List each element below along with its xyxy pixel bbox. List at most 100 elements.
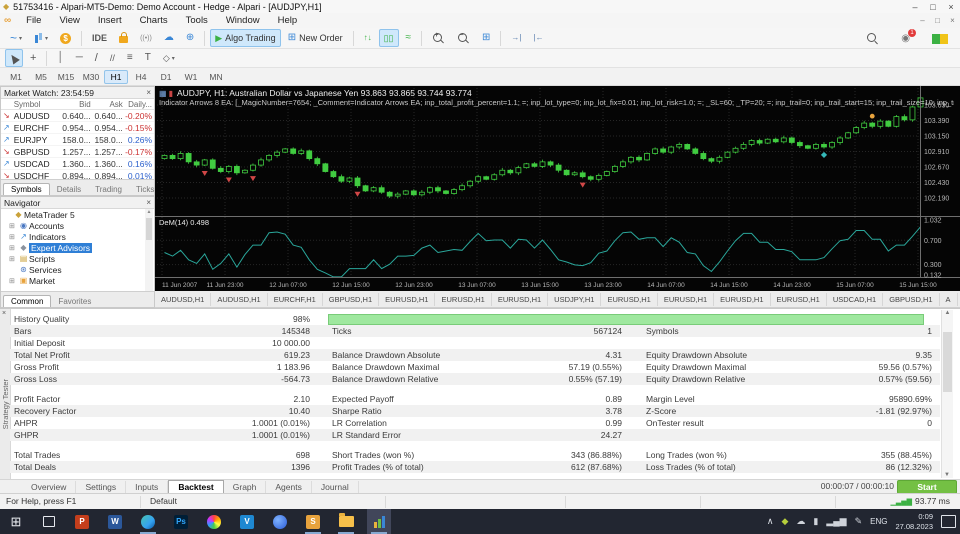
tab-symbols[interactable]: Symbols — [3, 183, 50, 195]
tester-tab-settings[interactable]: Settings — [76, 481, 127, 493]
navigator-item-metatrader-5[interactable]: ◆ MetaTrader 5 — [1, 209, 154, 220]
navigator-item-services[interactable]: ⊛ Services — [1, 264, 154, 275]
deposit-button[interactable]: $ — [55, 29, 76, 47]
timeframe-d1[interactable]: D1 — [154, 70, 178, 84]
channel-button[interactable]: // — [105, 49, 120, 67]
navigator-item-market[interactable]: ⊞ ▣ Market — [1, 275, 154, 286]
timeframe-m1[interactable]: M1 — [4, 70, 28, 84]
chart-tab-a[interactable]: A — [940, 292, 958, 306]
tester-tab-backtest[interactable]: Backtest — [168, 480, 224, 494]
minimize-button[interactable]: – — [906, 2, 924, 12]
tester-tab-overview[interactable]: Overview — [22, 481, 77, 493]
broadcast-button[interactable]: ((•)) — [135, 29, 157, 47]
tab-common[interactable]: Common — [3, 295, 52, 307]
tester-tab-inputs[interactable]: Inputs — [126, 481, 169, 493]
shapes-button[interactable]: ◇ ▾ — [158, 49, 180, 67]
navigator-item-accounts[interactable]: ⊞ ◉ Accounts — [1, 220, 154, 231]
connection-status[interactable] — [927, 30, 953, 48]
sphere-app-icon[interactable] — [268, 509, 292, 534]
market-watch-row[interactable]: ↘ GBPUSD 1.257... 1.257... -0.17% — [1, 146, 154, 158]
child-close-button[interactable]: × — [945, 16, 960, 25]
fibonacci-button[interactable]: ≡ — [122, 49, 138, 67]
chart-type-button[interactable]: ~ ▾ — [5, 29, 27, 47]
child-minimize-button[interactable]: – — [915, 16, 930, 25]
tester-close-icon[interactable]: × — [2, 310, 6, 317]
maximize-button[interactable]: □ — [924, 2, 942, 12]
chart-shift-button[interactable]: |← — [528, 29, 548, 47]
column-header-bid[interactable]: Bid — [59, 100, 91, 109]
trendline-button[interactable]: / — [90, 49, 103, 67]
timeframe-m15[interactable]: M15 — [54, 70, 78, 84]
timeframe-w1[interactable]: W1 — [179, 70, 203, 84]
menu-help[interactable]: Help — [269, 15, 307, 26]
chart-tab-gbpusdh1[interactable]: GBPUSD,H1 — [323, 292, 380, 306]
menu-charts[interactable]: Charts — [131, 15, 177, 26]
file-explorer-icon[interactable] — [334, 509, 358, 534]
photoshop-icon[interactable]: Ps — [169, 509, 193, 534]
chart-window[interactable]: 103.630 103.390 103.150 102.910 102.670 102.4… — [155, 86, 960, 291]
navigator-item-scripts[interactable]: ⊞ ▤ Scripts — [1, 253, 154, 264]
tab-details[interactable]: Details — [50, 184, 88, 195]
word-icon[interactable]: W — [103, 509, 127, 534]
timeframe-m30[interactable]: M30 — [79, 70, 103, 84]
metatrader-icon[interactable] — [367, 509, 391, 534]
menu-view[interactable]: View — [50, 15, 88, 26]
powerpoint-icon[interactable]: P — [70, 509, 94, 534]
edge-icon[interactable] — [136, 509, 160, 534]
timeframe-mn[interactable]: MN — [204, 70, 228, 84]
tab-favorites[interactable]: Favorites — [51, 296, 98, 307]
menu-file[interactable]: File — [17, 15, 50, 26]
zoom-out-button[interactable]: − — [452, 29, 475, 47]
column-header-symbol[interactable]: Symbol — [14, 100, 59, 109]
tester-tab-agents[interactable]: Agents — [266, 481, 312, 493]
text-button[interactable]: T — [140, 49, 156, 67]
chart-tab-gbpusdh1[interactable]: GBPUSD,H1 — [883, 292, 940, 306]
search-icon[interactable] — [861, 30, 884, 48]
tile-windows-button[interactable]: ⊞ — [477, 29, 495, 47]
vertical-line-button[interactable]: │ — [52, 49, 68, 67]
antivirus-icon[interactable]: V — [235, 509, 259, 534]
cloud-button[interactable]: ☁ — [159, 29, 179, 47]
metaeditor-lock-button[interactable] — [114, 29, 133, 47]
start-button[interactable]: Start — [897, 480, 957, 494]
chart-tab-audusdh1[interactable]: AUDUSD,H1 — [211, 292, 268, 306]
horizontal-line-button[interactable]: ─ — [71, 49, 88, 67]
taskbar-clock[interactable]: 0:09 27.08.2023 — [895, 512, 933, 531]
tester-tab-journal[interactable]: Journal — [312, 481, 359, 493]
ide-button[interactable]: IDE — [87, 29, 112, 47]
market-watch-close-icon[interactable]: × — [146, 88, 151, 97]
notification-center-icon[interactable] — [941, 515, 956, 528]
task-view-button[interactable] — [37, 509, 61, 534]
chart-templates-button[interactable]: ▾ — [29, 29, 53, 47]
user-button[interactable]: ◉ 1 — [896, 29, 916, 48]
chart-tab-audusdh1[interactable]: AUDUSD,H1 — [155, 292, 212, 306]
tester-tab-graph[interactable]: Graph — [224, 481, 267, 493]
cursor-button[interactable] — [5, 49, 23, 67]
timeframe-m5[interactable]: M5 — [29, 70, 53, 84]
menu-insert[interactable]: Insert — [89, 15, 131, 26]
tester-scrollbar[interactable]: ▲ ▼ — [941, 310, 953, 478]
navigator-close-icon[interactable]: × — [146, 198, 151, 207]
market-watch-row[interactable]: ↘ AUDUSD 0.640... 0.640... -0.20% — [1, 110, 154, 122]
defender-icon[interactable]: ◆ — [781, 516, 788, 527]
column-header-ask[interactable]: Ask — [91, 100, 122, 109]
chart-tab-eurusdh1[interactable]: EURUSD,H1 — [492, 292, 549, 306]
chart-tab-usdcadh1[interactable]: USDCAD,H1 — [827, 292, 884, 306]
office-s-icon[interactable]: S — [301, 509, 325, 534]
profile-selector[interactable]: Default — [150, 496, 177, 506]
zoom-in-button[interactable]: + — [427, 29, 450, 47]
market-watch-row[interactable]: ↗ USDCAD 1.360... 1.360... 0.16% — [1, 158, 154, 170]
market-watch-row[interactable]: ↗ EURCHF 0.954... 0.954... -0.15% — [1, 122, 154, 134]
chart-tab-eurchfh1[interactable]: EURCHF,H1 — [268, 292, 323, 306]
color-wheel-icon[interactable] — [202, 509, 226, 534]
timeframe-h1[interactable]: H1 — [104, 69, 128, 84]
auto-scroll-button[interactable]: →| — [506, 29, 526, 47]
tab-trading[interactable]: Trading — [88, 184, 129, 195]
tray-expand-icon[interactable]: ∧ — [767, 516, 774, 527]
navigator-scrollbar[interactable]: ▲ — [145, 209, 153, 291]
crosshair-button[interactable]: + — [25, 49, 41, 67]
child-restore-button[interactable]: □ — [930, 16, 945, 25]
battery-icon[interactable]: ▮ — [813, 516, 818, 527]
pen-icon[interactable]: ✎ — [855, 516, 863, 527]
timeframe-h4[interactable]: H4 — [129, 70, 153, 84]
